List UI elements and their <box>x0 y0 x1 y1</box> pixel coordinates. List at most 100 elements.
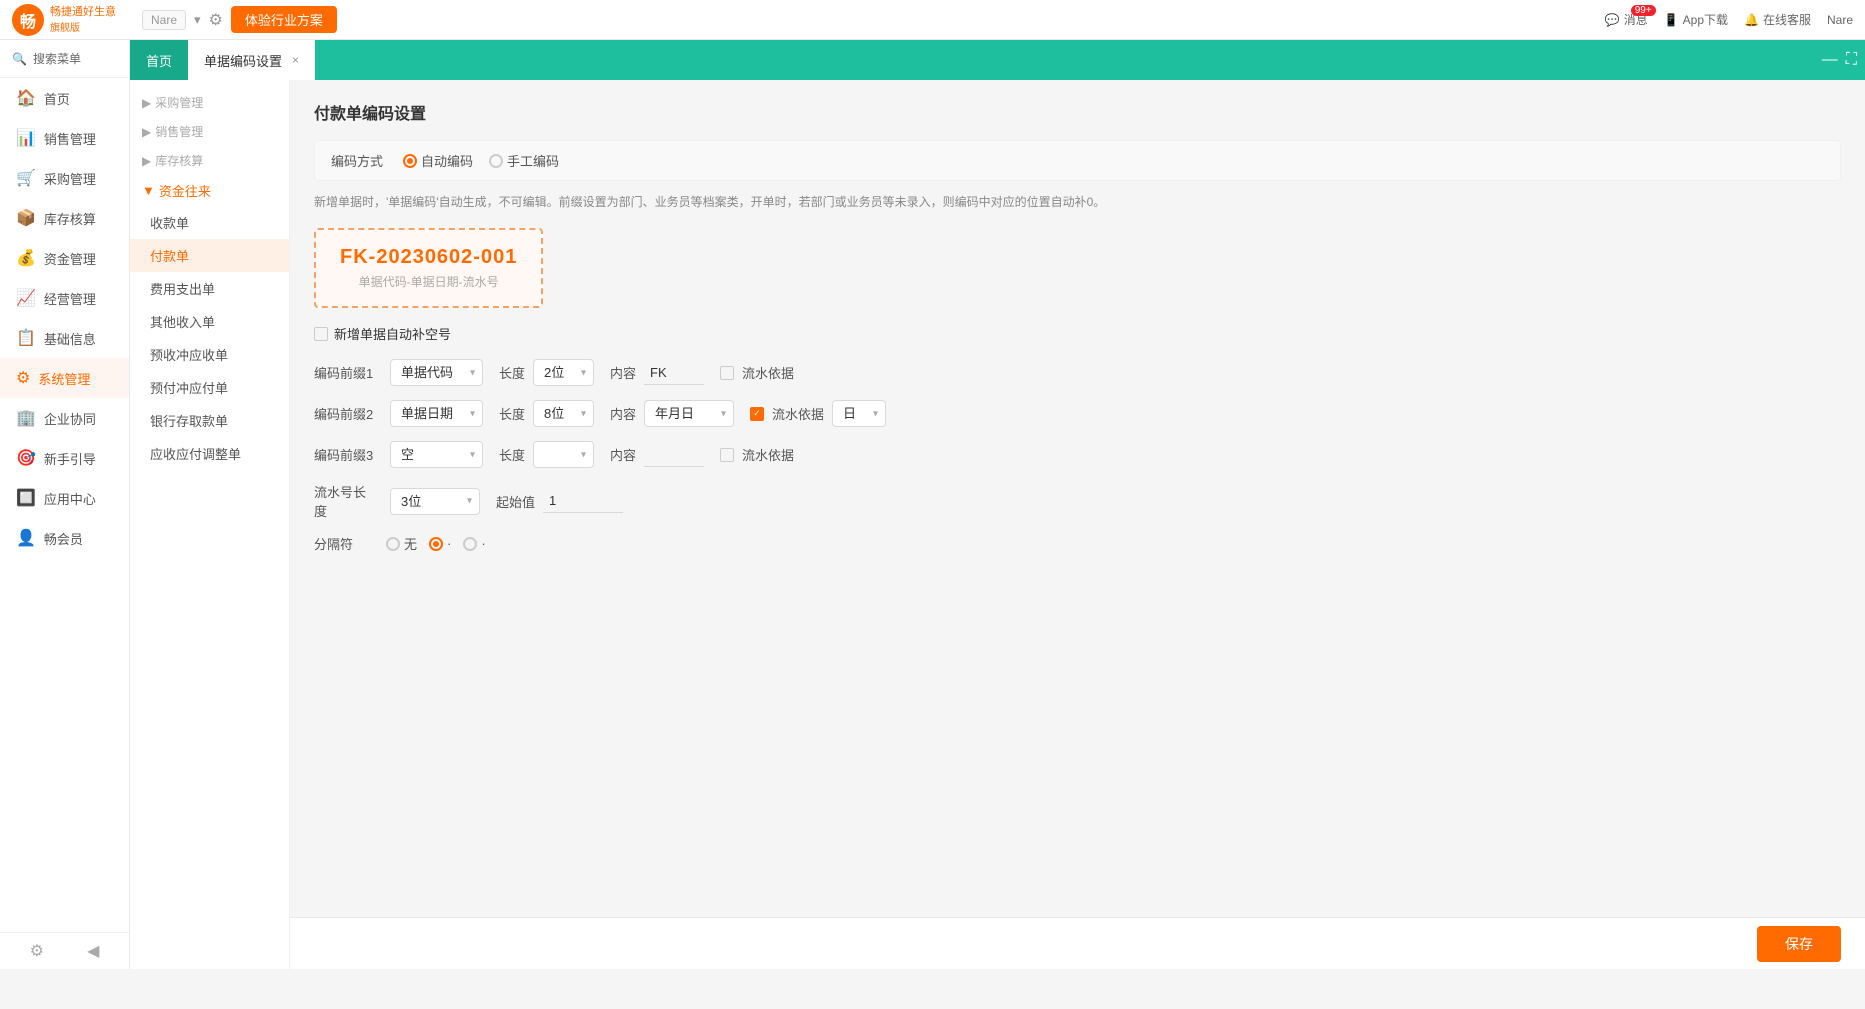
sidebar-item-enterprise-label: 企业协同 <box>44 409 96 428</box>
prefix3-content-input[interactable] <box>644 443 704 467</box>
separator-dot-label: · <box>447 536 451 551</box>
manual-encode-radio[interactable]: 手工编码 <box>489 151 559 170</box>
online-service-label: 在线客服 <box>1763 11 1811 28</box>
tab-home[interactable]: 首页 <box>130 40 188 80</box>
sidebar-bottom: ⚙ ◀ <box>0 932 129 969</box>
message-icon: 💬 <box>1605 13 1620 27</box>
submenu-item-expense[interactable]: 费用支出单 <box>130 272 289 305</box>
separator-other-dot <box>463 537 477 551</box>
serial-start-input[interactable] <box>543 489 623 513</box>
sidebar-collapse-btn[interactable]: ◀ <box>87 941 99 961</box>
top-bar: 畅 畅捷通好生意 旗舰版 Nare ▾ ⚙ 体验行业方案 💬 消息 99+ 📱 … <box>0 0 1865 40</box>
sidebar-item-member[interactable]: 👤 畅会员 <box>0 518 129 558</box>
save-button[interactable]: 保存 <box>1757 926 1841 962</box>
sidebar-item-sales[interactable]: 📊 销售管理 <box>0 118 129 158</box>
company-selector[interactable]: Nare <box>142 10 186 30</box>
settings-icon[interactable]: ⚙ <box>209 10 223 30</box>
prefix3-serial-group: 流水依据 <box>720 445 794 464</box>
submenu-label-sales: 销售管理 <box>155 123 203 140</box>
tab-minimize-btn[interactable]: — <box>1822 51 1838 69</box>
search-label: 搜索菜单 <box>33 50 81 67</box>
prefix1-content-label: 内容 <box>610 363 636 382</box>
auto-encode-radio[interactable]: 自动编码 <box>403 151 473 170</box>
prefix3-length-select[interactable]: 2位 4位 <box>533 441 594 468</box>
inventory-icon: 📦 <box>16 208 36 228</box>
submenu-group-sales[interactable]: ▶ 销售管理 <box>130 117 289 146</box>
sidebar-item-member-label: 畅会员 <box>44 529 83 548</box>
prefix3-length-group: 长度 2位 4位 ▾ <box>499 441 594 468</box>
online-service-btn[interactable]: 🔔 在线客服 <box>1744 11 1811 28</box>
sidebar-item-finance[interactable]: 💰 资金管理 <box>0 238 129 278</box>
encoding-method-row: 编码方式 自动编码 手工编码 <box>314 140 1841 181</box>
prefix2-content-select-wrapper: 年月日 年月 年 ▾ <box>644 400 734 427</box>
tab-encoding-settings[interactable]: 单据编码设置 × <box>188 40 315 80</box>
prefix1-serial-checkbox[interactable] <box>720 366 734 380</box>
prefix1-length-select[interactable]: 2位 4位 6位 <box>533 359 594 386</box>
code-preview-desc: 单据代码-单据日期-流水号 <box>340 273 517 290</box>
app-download-label: App下载 <box>1683 11 1728 28</box>
serial-start-group: 起始值 <box>496 489 623 513</box>
user-menu[interactable]: Nare <box>1827 13 1853 27</box>
submenu-item-receipt[interactable]: 收款单 <box>130 206 289 239</box>
prefix2-content-select[interactable]: 年月日 年月 年 <box>644 400 734 427</box>
prefix3-select[interactable]: 空 单据代码 自定义 <box>390 441 483 468</box>
submenu-item-prepay-pay[interactable]: 预付冲应付单 <box>130 371 289 404</box>
submenu-item-bank-deposit-label: 银行存取款单 <box>150 414 228 429</box>
sidebar-item-guide[interactable]: 🎯 新手引导 <box>0 438 129 478</box>
serial-start-label: 起始值 <box>496 492 535 511</box>
sidebar-item-system[interactable]: ⚙ 系统管理 <box>0 358 129 398</box>
sidebar-search[interactable]: 🔍 搜索菜单 <box>0 40 129 78</box>
content-split: ▶ 采购管理 ▶ 销售管理 ▶ 库存核算 ▼ 资金往来 收款单 <box>130 80 1865 969</box>
prefix3-serial-checkbox[interactable] <box>720 448 734 462</box>
separator-other-radio[interactable]: · <box>463 536 485 551</box>
submenu-label-capital: 资金往来 <box>159 181 211 200</box>
sidebar-item-home[interactable]: 🏠 首页 <box>0 78 129 118</box>
prefix1-label: 编码前缀1 <box>314 363 374 382</box>
sidebar-item-apps[interactable]: 🔲 应用中心 <box>0 478 129 518</box>
message-badge: 99+ <box>1631 5 1656 16</box>
submenu-group-capital[interactable]: ▼ 资金往来 <box>130 175 289 206</box>
prefix1-content-input[interactable] <box>644 361 704 385</box>
submenu-item-payment[interactable]: 付款单 <box>130 239 289 272</box>
sidebar-item-operation[interactable]: 📈 经营管理 <box>0 278 129 318</box>
sidebar-item-purchase[interactable]: 🛒 采购管理 <box>0 158 129 198</box>
system-icon: ⚙ <box>16 368 30 388</box>
prefix1-content-group: 内容 <box>610 361 704 385</box>
separator-row: 分隔符 无 · · <box>314 534 1841 553</box>
sidebar-item-base[interactable]: 📋 基础信息 <box>0 318 129 358</box>
tab-encoding-label: 单据编码设置 <box>204 51 282 70</box>
auto-fill-checkbox[interactable] <box>314 327 328 341</box>
submenu-group-inventory[interactable]: ▶ 库存核算 <box>130 146 289 175</box>
submenu-item-prepay-receive[interactable]: 预收冲应收单 <box>130 338 289 371</box>
logo-icon: 畅 <box>12 4 44 36</box>
submenu-group-purchase[interactable]: ▶ 采购管理 <box>130 88 289 117</box>
manual-encode-label: 手工编码 <box>507 151 559 170</box>
message-btn[interactable]: 💬 消息 99+ <box>1605 11 1648 28</box>
company-dropdown-icon[interactable]: ▾ <box>194 12 201 28</box>
serial-length-select[interactable]: 3位 4位 5位 6位 <box>390 488 480 515</box>
submenu-item-bank-deposit[interactable]: 银行存取款单 <box>130 404 289 437</box>
prefix2-length-select[interactable]: 8位 6位 4位 <box>533 400 594 427</box>
tab-close-icon[interactable]: × <box>292 53 299 67</box>
sidebar-item-inventory[interactable]: 📦 库存核算 <box>0 198 129 238</box>
app-download-btn[interactable]: 📱 App下载 <box>1664 11 1728 28</box>
prefix2-serial-checkbox[interactable]: ✓ <box>750 407 764 421</box>
logo-area: 畅 畅捷通好生意 旗舰版 <box>12 4 142 36</box>
auto-encode-label: 自动编码 <box>421 151 473 170</box>
finance-icon: 💰 <box>16 248 36 268</box>
submenu-item-other-income[interactable]: 其他收入单 <box>130 305 289 338</box>
prefix2-day-select[interactable]: 日 月 年 <box>832 400 886 427</box>
prefix1-select[interactable]: 单据代码 自定义 <box>390 359 483 386</box>
sidebar-settings-btn[interactable]: ⚙ <box>30 941 44 961</box>
sidebar-item-enterprise[interactable]: 🏢 企业协同 <box>0 398 129 438</box>
tab-expand-btn[interactable]: ⛶ <box>1846 51 1857 69</box>
prefix2-select-wrapper: 单据日期 自定义 ▾ <box>390 400 483 427</box>
encoding-method-label: 编码方式 <box>331 151 383 170</box>
prefix3-content-label: 内容 <box>610 445 636 464</box>
trial-btn[interactable]: 体验行业方案 <box>231 6 337 33</box>
manual-encode-dot <box>489 154 503 168</box>
separator-none-radio[interactable]: 无 <box>386 534 417 553</box>
submenu-item-payable-adjust[interactable]: 应收应付调整单 <box>130 437 289 470</box>
separator-dot-radio[interactable]: · <box>429 536 451 551</box>
prefix2-select[interactable]: 单据日期 自定义 <box>390 400 483 427</box>
